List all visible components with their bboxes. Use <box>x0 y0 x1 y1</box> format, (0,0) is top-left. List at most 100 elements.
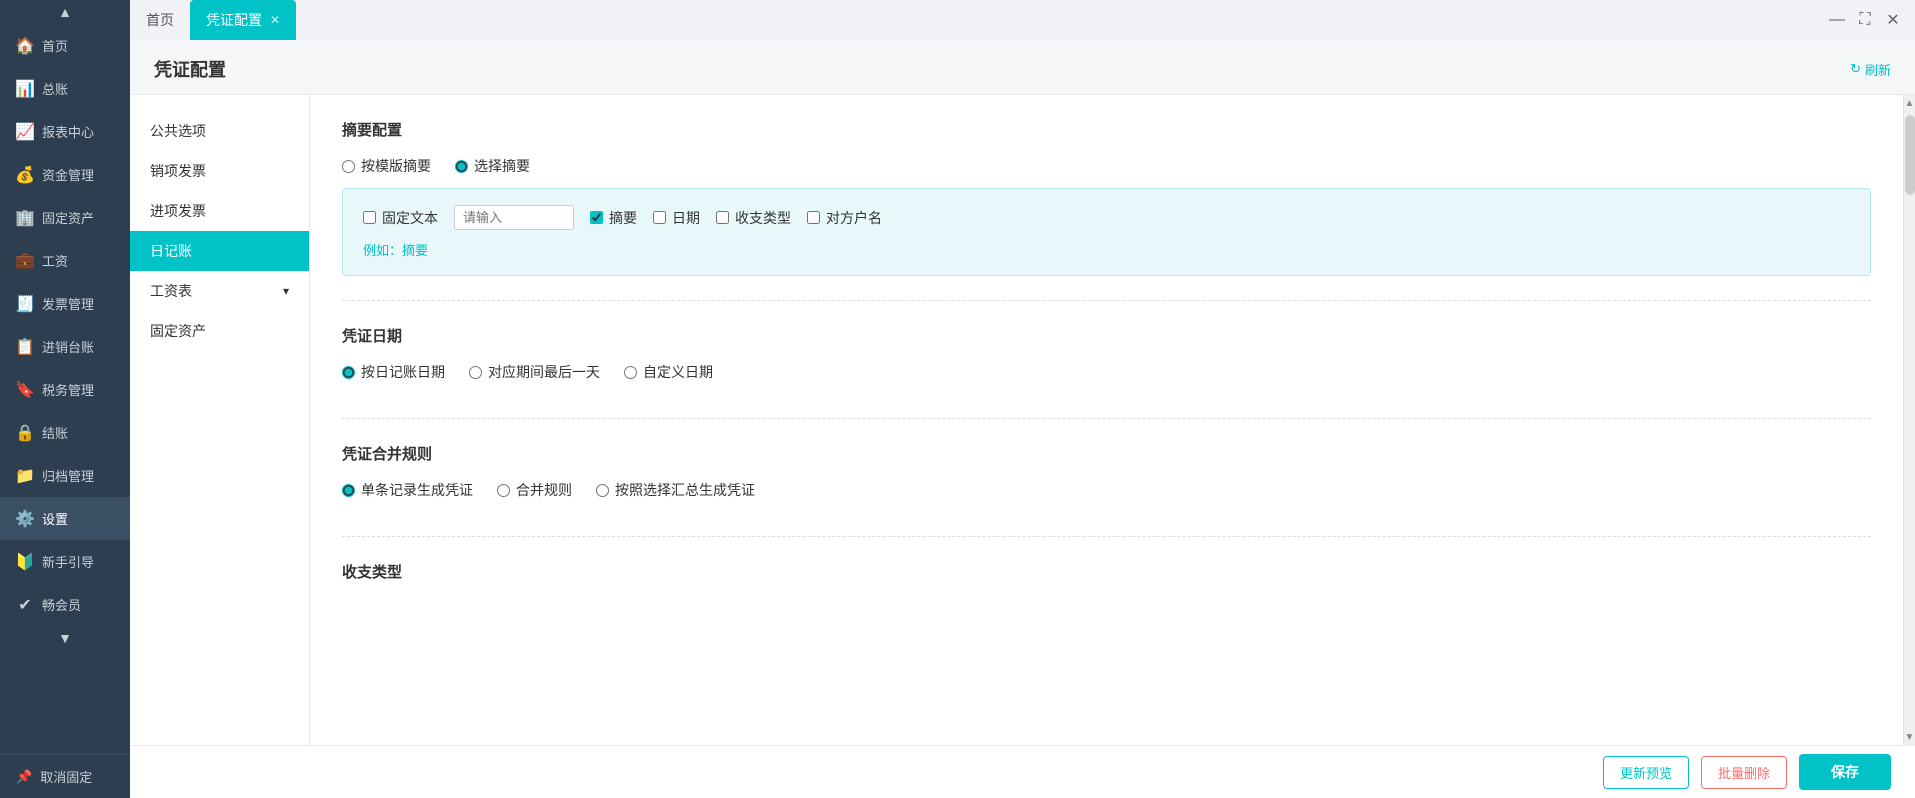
summary-label: 摘要 <box>609 208 637 228</box>
summary-select-radio[interactable] <box>455 160 468 173</box>
merge-rule-radio[interactable] <box>497 484 510 497</box>
sidebar-item-settings[interactable]: ⚙️ 设置 <box>0 497 130 540</box>
sidebar-scroll-up[interactable]: ▲ <box>0 0 130 24</box>
date-checkbox-label[interactable]: 日期 <box>653 208 700 228</box>
archive-icon: 📁 <box>16 467 34 485</box>
date-section: 凭证日期 按日记账日期 对应期间最后一天 自定义日期 <box>342 325 1871 419</box>
sidebar-item-home-label: 首页 <box>42 36 68 55</box>
date-options-group: 按日记账日期 对应期间最后一天 自定义日期 <box>342 362 1871 382</box>
sidebar-item-ledger[interactable]: 📊 总账 <box>0 67 130 110</box>
right-content: 摘要配置 按模版摘要 选择摘要 <box>310 95 1903 745</box>
sidebar-item-invoice-mgmt-label: 发票管理 <box>42 294 94 313</box>
merge-rule-option[interactable]: 合并规则 <box>497 480 572 500</box>
left-nav-payroll[interactable]: 工资表 ▾ <box>130 271 309 311</box>
batch-delete-button[interactable]: 批量删除 <box>1701 756 1787 789</box>
content-wrapper: 凭证配置 ↻ 刷新 公共选项 销项发票 进项发票 日记账 <box>130 40 1915 798</box>
sidebar-item-archive-label: 归档管理 <box>42 466 94 485</box>
summary-checkbox-label[interactable]: 摘要 <box>590 208 637 228</box>
income-type-checkbox-label[interactable]: 收支类型 <box>716 208 791 228</box>
sidebar-item-close[interactable]: 🔒 结账 <box>0 411 130 454</box>
refresh-icon: ↻ <box>1850 61 1861 77</box>
tab-voucher-config-label: 凭证配置 <box>206 10 262 30</box>
custom-date-radio[interactable] <box>624 366 637 379</box>
sales-ledger-icon: 📋 <box>16 338 34 356</box>
sidebar-item-tax-label: 税务管理 <box>42 380 94 399</box>
merge-options-group: 单条记录生成凭证 合并规则 按照选择汇总生成凭证 <box>342 480 1871 500</box>
save-button[interactable]: 保存 <box>1799 754 1891 790</box>
summary-generate-radio[interactable] <box>596 484 609 497</box>
fixed-text-checkbox-label[interactable]: 固定文本 <box>363 208 438 228</box>
sidebar-item-assets[interactable]: 🏢 固定资产 <box>0 196 130 239</box>
left-nav-public[interactable]: 公共选项 <box>130 111 309 151</box>
summary-template-radio[interactable] <box>342 160 355 173</box>
refresh-button[interactable]: ↻ 刷新 <box>1850 60 1891 79</box>
home-icon: 🏠 <box>16 37 34 55</box>
left-nav-sales-invoice[interactable]: 销项发票 <box>130 151 309 191</box>
summary-options-box: 固定文本 摘要 日期 <box>342 188 1871 276</box>
fixed-text-input[interactable] <box>454 205 574 230</box>
sidebar-item-home[interactable]: 🏠 首页 <box>0 24 130 67</box>
left-nav-journal[interactable]: 日记账 <box>130 231 309 271</box>
sidebar-item-settings-label: 设置 <box>42 509 68 528</box>
summary-template-option[interactable]: 按模版摘要 <box>342 156 431 176</box>
summary-select-option[interactable]: 选择摘要 <box>455 156 530 176</box>
income-type-checkbox[interactable] <box>716 211 729 224</box>
sidebar-item-sales-ledger[interactable]: 📋 进销台账 <box>0 325 130 368</box>
tab-home[interactable]: 首页 <box>130 0 190 40</box>
refresh-label: 刷新 <box>1865 60 1891 79</box>
unpin-button[interactable]: 📌 取消固定 <box>0 755 130 798</box>
update-preview-button[interactable]: 更新预览 <box>1603 756 1689 789</box>
bottom-bar: 更新预览 批量删除 保存 <box>130 745 1915 798</box>
scroll-thumb[interactable] <box>1905 115 1915 195</box>
summary-mode-group: 按模版摘要 选择摘要 <box>342 156 1871 176</box>
chevron-down-icon: ▾ <box>283 284 289 298</box>
tax-icon: 🔖 <box>16 381 34 399</box>
sidebar-item-salary[interactable]: 💼 工资 <box>0 239 130 282</box>
scroll-up-arrow[interactable]: ▲ <box>1904 95 1915 111</box>
maximize-button[interactable]: ⛶ <box>1855 10 1875 30</box>
invoice-mgmt-icon: 🧾 <box>16 295 34 313</box>
summary-example: 例如：摘要 <box>363 240 1850 259</box>
tab-close-icon[interactable]: ✕ <box>270 13 280 27</box>
left-nav-fixed-assets-label: 固定资产 <box>150 321 206 341</box>
sidebar-item-member[interactable]: ✔ 畅会员 <box>0 583 130 626</box>
left-nav-purchase-invoice-label: 进项发票 <box>150 201 206 221</box>
single-record-option[interactable]: 单条记录生成凭证 <box>342 480 473 500</box>
tab-home-label: 首页 <box>146 10 174 30</box>
member-icon: ✔ <box>16 596 34 614</box>
close-window-button[interactable]: ✕ <box>1883 10 1903 30</box>
minimize-button[interactable]: — <box>1827 10 1847 30</box>
custom-date-option[interactable]: 自定义日期 <box>624 362 713 382</box>
summary-checkbox[interactable] <box>590 211 603 224</box>
date-checkbox[interactable] <box>653 211 666 224</box>
single-record-label: 单条记录生成凭证 <box>361 480 473 500</box>
journal-date-option[interactable]: 按日记账日期 <box>342 362 445 382</box>
scroll-down-arrow[interactable]: ▼ <box>1904 729 1915 745</box>
summary-generate-option[interactable]: 按照选择汇总生成凭证 <box>596 480 755 500</box>
sidebar-item-tax[interactable]: 🔖 税务管理 <box>0 368 130 411</box>
fixed-text-checkbox[interactable] <box>363 211 376 224</box>
last-day-radio[interactable] <box>469 366 482 379</box>
last-day-option[interactable]: 对应期间最后一天 <box>469 362 600 382</box>
tab-voucher-config[interactable]: 凭证配置 ✕ <box>190 0 296 40</box>
counterparty-checkbox-label[interactable]: 对方户名 <box>807 208 882 228</box>
counterparty-checkbox[interactable] <box>807 211 820 224</box>
inner-layout: 公共选项 销项发票 进项发票 日记账 工资表 ▾ 固定资产 <box>130 95 1915 745</box>
sidebar-item-reports[interactable]: 📈 报表中心 <box>0 110 130 153</box>
left-nav-purchase-invoice[interactable]: 进项发票 <box>130 191 309 231</box>
sidebar-item-invoice-mgmt[interactable]: 🧾 发票管理 <box>0 282 130 325</box>
sidebar-item-assets-label: 固定资产 <box>42 208 94 227</box>
sidebar-item-guide[interactable]: 🔰 新手引导 <box>0 540 130 583</box>
summary-template-label: 按模版摘要 <box>361 156 431 176</box>
ledger-icon: 📊 <box>16 80 34 98</box>
merge-section: 凭证合并规则 单条记录生成凭证 合并规则 按照选择汇总生成凭证 <box>342 443 1871 537</box>
sidebar-item-archive[interactable]: 📁 归档管理 <box>0 454 130 497</box>
single-record-radio[interactable] <box>342 484 355 497</box>
income-type-section: 收支类型 <box>342 561 1871 622</box>
date-label: 日期 <box>672 208 700 228</box>
left-nav-fixed-assets[interactable]: 固定资产 <box>130 311 309 351</box>
journal-date-radio[interactable] <box>342 366 355 379</box>
sidebar-scroll-down[interactable]: ▼ <box>0 626 130 650</box>
summary-generate-label: 按照选择汇总生成凭证 <box>615 480 755 500</box>
sidebar-item-funds[interactable]: 💰 资金管理 <box>0 153 130 196</box>
